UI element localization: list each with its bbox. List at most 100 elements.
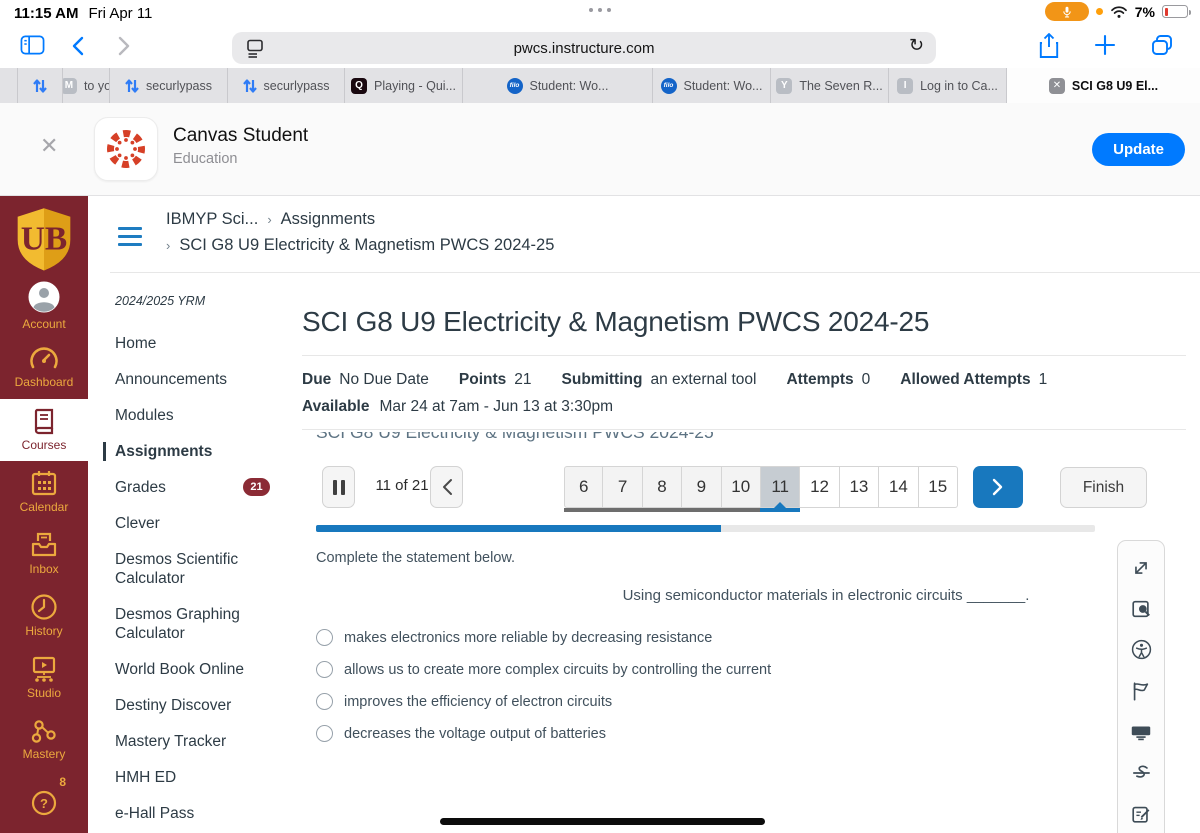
- courses-icon: [34, 409, 54, 435]
- sidebar-item-account[interactable]: Account: [0, 275, 88, 337]
- tab-label: securlypass: [146, 78, 212, 93]
- question-number-cell[interactable]: 10: [720, 466, 762, 512]
- sidebar-item-mastery[interactable]: Mastery: [0, 709, 88, 771]
- answer-option[interactable]: allows us to create more complex circuit…: [316, 661, 1186, 678]
- tab-active[interactable]: ✕ SCI G8 U9 El...: [1007, 68, 1200, 103]
- course-nav-desmos-graphing[interactable]: Desmos Graphing Calculator: [115, 605, 291, 643]
- course-nav-hmh[interactable]: HMH ED: [115, 768, 291, 787]
- radio-button[interactable]: [316, 693, 333, 710]
- tab-3[interactable]: securlypass: [228, 68, 345, 103]
- question-number-cell[interactable]: 8: [641, 466, 683, 512]
- chevron-left-icon: [442, 479, 452, 495]
- flag-icon[interactable]: [1118, 670, 1164, 711]
- help-icon: ?: [31, 790, 57, 816]
- question-number-cell[interactable]: 14: [879, 466, 919, 508]
- tabs-overview-icon[interactable]: [1150, 34, 1174, 56]
- question-number-cell[interactable]: 7: [602, 466, 644, 512]
- course-nav-home[interactable]: Home: [115, 334, 291, 353]
- breadcrumb-assignments[interactable]: Assignments: [281, 210, 375, 228]
- forward-icon[interactable]: [117, 36, 131, 56]
- radio-button[interactable]: [316, 629, 333, 646]
- share-icon[interactable]: [1038, 32, 1060, 60]
- reader-icon[interactable]: [245, 38, 265, 59]
- question-number-cell-current[interactable]: 11: [759, 466, 801, 512]
- tab-label: Log in to Ca...: [920, 78, 998, 93]
- tab-2[interactable]: securlypass: [110, 68, 228, 103]
- radio-button[interactable]: [316, 725, 333, 742]
- question-number-cell[interactable]: 13: [839, 466, 880, 508]
- sidebar-item-studio[interactable]: Studio: [0, 647, 88, 709]
- tab-label: to yo: [83, 78, 110, 93]
- avatar-icon: [28, 281, 60, 313]
- tab-securly-pinned[interactable]: [18, 68, 63, 103]
- battery-percent: 7%: [1134, 3, 1155, 20]
- tab-1[interactable]: M to yo: [63, 68, 110, 103]
- question-number-cell[interactable]: 6: [564, 466, 604, 512]
- course-nav-desmos-scientific[interactable]: Desmos Scientific Calculator: [115, 550, 291, 588]
- breadcrumb-page[interactable]: SCI G8 U9 Electricity & Magnetism PWCS 2…: [179, 236, 554, 254]
- course-nav-destiny[interactable]: Destiny Discover: [115, 696, 291, 715]
- browser-toolbar: pwcs.instructure.com ↻: [0, 26, 1200, 68]
- tab-8[interactable]: I Log in to Ca...: [889, 68, 1007, 103]
- course-nav-ehall[interactable]: e-Hall Pass: [115, 804, 291, 823]
- tab-label: securlypass: [263, 78, 330, 93]
- new-tab-icon[interactable]: [1094, 34, 1116, 56]
- tab-7[interactable]: Y The Seven R...: [771, 68, 889, 103]
- next-question-button[interactable]: [973, 466, 1023, 508]
- prev-question-button[interactable]: [430, 466, 463, 508]
- question-number-cell[interactable]: 12: [800, 466, 840, 508]
- multitasking-dots-icon[interactable]: [0, 8, 1200, 12]
- breadcrumb-course[interactable]: IBMYP Sci...: [166, 210, 258, 228]
- canvas-logo: [107, 130, 145, 168]
- tab-6[interactable]: filo Student: Wo...: [653, 68, 771, 103]
- school-ub-logo[interactable]: UB: [11, 204, 77, 275]
- strikeout-icon[interactable]: [1118, 752, 1164, 793]
- answer-option[interactable]: improves the efficiency of electron circ…: [316, 693, 1186, 710]
- sidebar-item-help[interactable]: ? 8: [0, 771, 88, 833]
- submitting-field: Submitting an external tool: [561, 371, 757, 388]
- sidebar-item-dashboard[interactable]: Dashboard: [0, 337, 88, 399]
- course-nav-mastery-tracker[interactable]: Mastery Tracker: [115, 732, 291, 751]
- answer-option[interactable]: makes electronics more reliable by decre…: [316, 629, 1186, 646]
- sidebar-item-label: History: [25, 624, 63, 639]
- sidebar-toggle-icon[interactable]: [20, 34, 45, 56]
- back-icon[interactable]: [71, 36, 85, 56]
- course-nav-grades[interactable]: Grades 21: [115, 478, 291, 497]
- page-content: IBMYP Sci... › Assignments › SCI G8 U9 Elec…: [88, 196, 1200, 833]
- reload-icon[interactable]: ↻: [909, 35, 924, 56]
- course-nav-announcements[interactable]: Announcements: [115, 370, 291, 389]
- update-button[interactable]: Update: [1092, 133, 1185, 166]
- radio-button[interactable]: [316, 661, 333, 678]
- tab-5[interactable]: filo Student: Wo...: [463, 68, 653, 103]
- sidebar-item-inbox[interactable]: Inbox: [0, 523, 88, 585]
- sidebar-item-history[interactable]: History: [0, 585, 88, 647]
- notes-icon[interactable]: [1118, 793, 1164, 833]
- term-label: 2024/2025 YRM: [115, 294, 206, 308]
- sidebar-item-calendar[interactable]: Calendar: [0, 461, 88, 523]
- mask-icon[interactable]: [1118, 711, 1164, 752]
- course-nav-modules[interactable]: Modules: [115, 406, 291, 425]
- calendar-icon: [31, 471, 57, 496]
- course-nav-world-book[interactable]: World Book Online: [115, 660, 291, 679]
- accessibility-icon[interactable]: [1118, 629, 1164, 670]
- filo-favicon: filo: [660, 77, 677, 94]
- question-number-cell[interactable]: 9: [681, 466, 722, 512]
- finish-button[interactable]: Finish: [1060, 467, 1147, 508]
- answer-option[interactable]: decreases the voltage output of batterie…: [316, 725, 1186, 742]
- assignment-details: Due No Due Date Points 21 Submitting an ext…: [302, 371, 1186, 389]
- quiz-progress-bar: [316, 525, 1095, 532]
- home-indicator[interactable]: [440, 818, 765, 825]
- zoom-page-icon[interactable]: [1118, 588, 1164, 629]
- tab-4[interactable]: Q Playing - Qui...: [345, 68, 463, 103]
- course-nav-assignments[interactable]: Assignments: [103, 442, 291, 461]
- expand-icon[interactable]: [1118, 547, 1164, 588]
- sidebar-item-courses[interactable]: Courses: [0, 398, 88, 461]
- course-nav-clever[interactable]: Clever: [115, 514, 291, 533]
- q-favicon: Q: [351, 77, 367, 94]
- address-bar[interactable]: pwcs.instructure.com ↻: [232, 32, 936, 64]
- microphone-indicator-icon[interactable]: [1044, 2, 1089, 21]
- question-number-cell[interactable]: 15: [918, 466, 958, 508]
- hamburger-menu-icon[interactable]: [118, 227, 142, 246]
- close-tab-icon[interactable]: ✕: [1048, 77, 1065, 94]
- banner-close-icon[interactable]: ✕: [40, 135, 58, 157]
